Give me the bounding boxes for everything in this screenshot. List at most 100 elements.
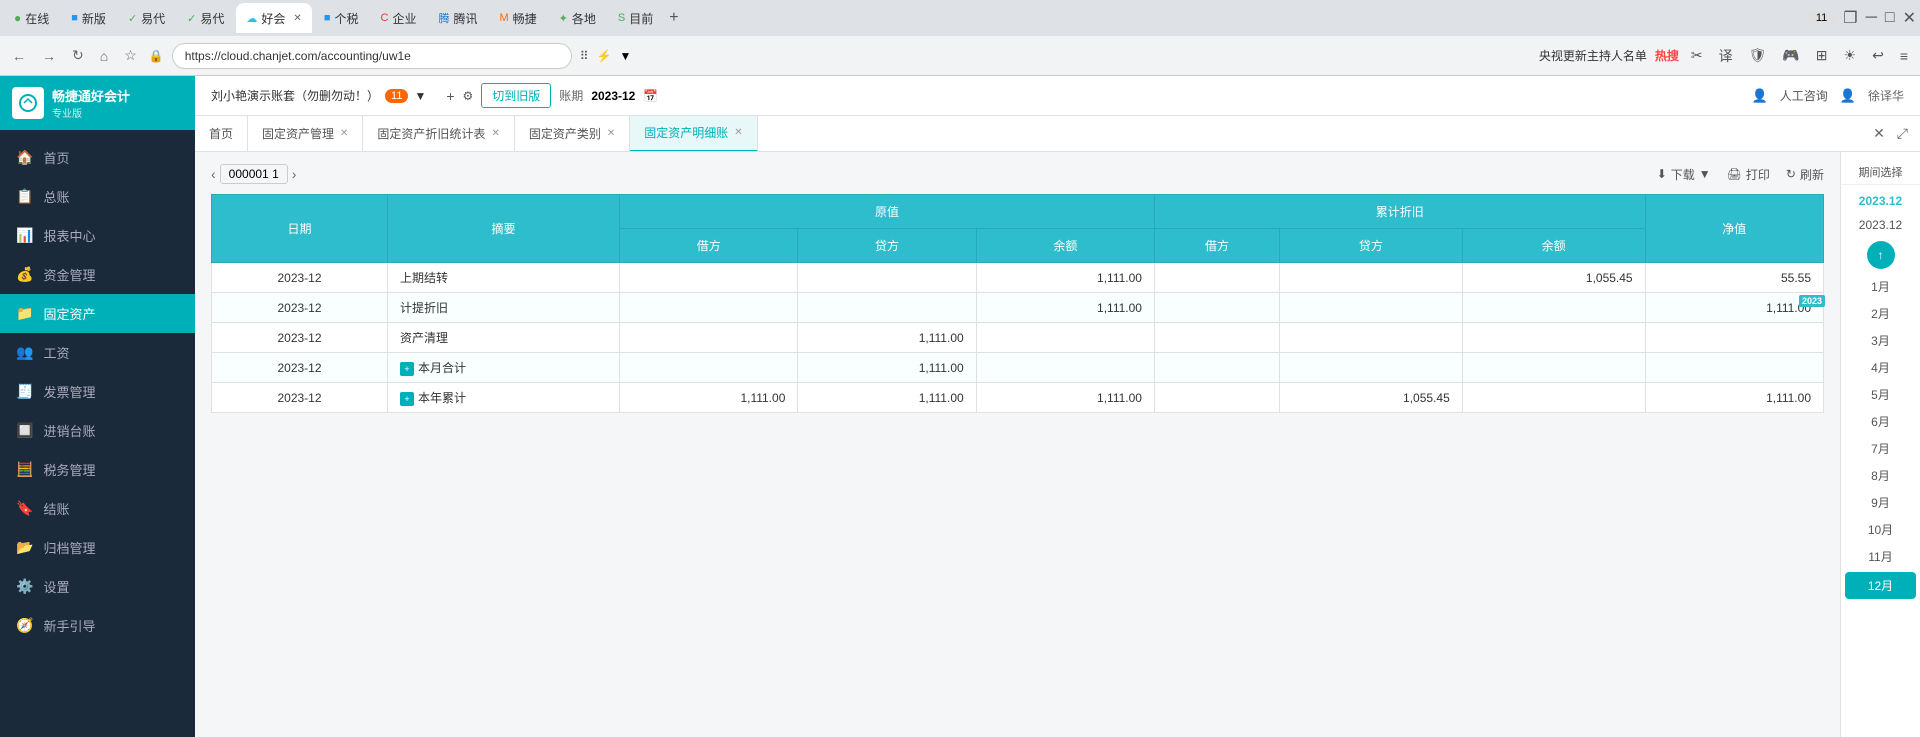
period-item-10[interactable]: 10月 [1841,516,1920,543]
address-input[interactable] [172,43,572,69]
hot-search-label[interactable]: 热搜 [1655,47,1679,64]
switch-version-button[interactable]: 切到旧版 [481,83,551,108]
period-item-9[interactable]: 9月 [1841,489,1920,516]
refresh-label: 刷新 [1800,166,1824,183]
browser-toolbar-right: 央视更新主持人名单 热搜 ✂ 译 🛡 🎮 ⊞ ☀ ↩ ≡ [1539,44,1912,68]
account-select[interactable]: 刘小艳演示账套（勿删勿动！） 11 ▼ [211,87,426,104]
print-label: 打印 [1746,166,1770,183]
period-item-2023-12-highlight[interactable]: 2023.12 [1841,189,1920,213]
period-item-1[interactable]: 1月 [1841,273,1920,300]
tab-close-icon[interactable]: ✕ [491,128,499,139]
game-icon[interactable]: 🎮 [1778,45,1803,66]
cell-orig-credit: 1,111.00 [798,323,976,353]
grid-icon[interactable]: ⊞ [1812,45,1832,66]
sidebar-item-ledger[interactable]: 📋 总账 [0,177,195,216]
sidebar-item-home[interactable]: 🏠 首页 [0,138,195,177]
consultant-icon: 👤 [1752,88,1768,104]
period-item-8[interactable]: 8月 [1841,462,1920,489]
period-item-11[interactable]: 11月 [1841,543,1920,570]
browser-tab-online[interactable]: ● 在线 [4,3,59,33]
menu-icon[interactable]: ≡ [1896,46,1912,66]
sidebar-item-asset[interactable]: 📁 固定资产 [0,294,195,333]
period-item-6[interactable]: 6月 [1841,408,1920,435]
undo-icon[interactable]: ↩ [1868,45,1888,66]
scroll-up-button[interactable]: ↑ [1867,241,1895,269]
app-container: 畅捷通好会计 专业版 🏠 首页 📋 总账 📊 报表中心 💰 资金管理 � [0,76,1920,737]
shield-icon[interactable]: 🛡 [1745,45,1771,66]
print-button[interactable]: 🖨 打印 [1727,166,1770,183]
tab-close-icon[interactable]: ✕ [607,128,615,139]
browser-tab-yidai1[interactable]: ✓ 易代 [118,3,175,33]
period-item-2[interactable]: 2月 [1841,300,1920,327]
tab-home[interactable]: 首页 [195,116,248,152]
sidebar-item-purchase[interactable]: 🔲 进销台账 [0,411,195,450]
period-item-5[interactable]: 5月 [1841,381,1920,408]
period-item-12[interactable]: 12月 [1845,572,1916,599]
maximize-icon[interactable]: □ [1885,9,1895,27]
translate-icon[interactable]: 译 [1715,44,1737,68]
expand-tab-button[interactable]: ⤢ [1893,123,1912,144]
browser-tab-geshui[interactable]: ■ 个税 [314,3,369,33]
browser-tab-qiye[interactable]: C 企业 [370,3,426,33]
sidebar-item-tax[interactable]: 🧮 税务管理 [0,450,195,489]
prev-page-button[interactable]: ‹ [211,166,216,182]
tab-close-icon[interactable]: ✕ [293,13,301,24]
close-window-icon[interactable]: ✕ [1903,8,1916,28]
cell-accum-credit [1279,293,1462,323]
tab-asset-detail[interactable]: 固定资产明细账 ✕ [630,116,757,152]
dropdown-icon[interactable]: ▼ [619,49,631,63]
sidebar-item-archive[interactable]: 📂 归档管理 [0,528,195,567]
browser-tab-new[interactable]: ■ 新版 [61,3,116,33]
new-tab-icon[interactable]: + [669,9,678,27]
tab-depreciation-stats[interactable]: 固定资产折旧统计表 ✕ [363,116,514,152]
period-item-3[interactable]: 3月 [1841,327,1920,354]
sidebar-item-guide[interactable]: 🧭 新手引导 [0,606,195,645]
browser-tab-yidai2[interactable]: ✓ 易代 [177,3,234,33]
period-item-4[interactable]: 4月 [1841,354,1920,381]
cell-summary: +本年累计 [388,383,620,413]
tab-asset-category[interactable]: 固定资产类别 ✕ [515,116,630,152]
sidebar-logo: 畅捷通好会计 专业版 [0,76,195,130]
th-accumulated-depreciation: 累计折旧 [1154,195,1645,229]
calendar-icon[interactable]: 📅 [643,89,658,103]
sun-icon[interactable]: ☀ [1840,45,1861,66]
settings-small-icon[interactable]: ⚙ [463,89,474,103]
browser-tab-muqian[interactable]: S 目前 [608,3,663,33]
browser-tab-haokuai[interactable]: ☁ 好会 ✕ [236,3,311,33]
browser-tab-tencent[interactable]: 腾 腾讯 [428,3,487,33]
consultant-label[interactable]: 人工咨询 [1780,87,1828,104]
restore-icon[interactable]: ❐ [1843,8,1857,28]
period-item-2023-12[interactable]: 2023.12 [1841,213,1920,237]
minimize-icon[interactable]: ─ [1866,9,1877,27]
period-item-7[interactable]: 7月 [1841,435,1920,462]
notification-badge: 11 [1808,11,1835,25]
sidebar-item-fund[interactable]: 💰 资金管理 [0,255,195,294]
th-original-value: 原值 [620,195,1155,229]
download-button[interactable]: ⬇ 下载 ▼ [1657,166,1711,183]
cell-orig-debit: 1,111.00 [620,383,798,413]
browser-tab-gedi[interactable]: ✦ 各地 [549,3,606,33]
browser-tab-changjie[interactable]: M 畅捷 [489,3,546,33]
bookmark-button[interactable]: ☆ [120,43,141,68]
tab-close-icon[interactable]: ✕ [734,127,742,138]
period-selector-title: 期间选择 [1841,160,1920,185]
tab-close-icon[interactable]: ✕ [340,128,348,139]
sidebar-item-invoice[interactable]: 🧾 发票管理 [0,372,195,411]
share-icon[interactable]: ⠿ [580,49,589,63]
scissors-icon[interactable]: ✂ [1687,45,1707,66]
close-tab-button[interactable]: ✕ [1869,123,1889,144]
home-button[interactable]: ⌂ [96,44,112,68]
account-badge: 11 [385,89,408,103]
forward-button[interactable]: → [38,44,60,68]
refresh-button[interactable]: ↻ [68,43,88,68]
sidebar-item-wage[interactable]: 👥 工资 [0,333,195,372]
sidebar-item-report[interactable]: 📊 报表中心 [0,216,195,255]
add-account-icon[interactable]: + [446,88,454,104]
sidebar-item-close[interactable]: 🔖 结账 [0,489,195,528]
th-orig-debit: 借方 [620,229,798,263]
back-button[interactable]: ← [8,44,30,68]
tab-asset-mgmt[interactable]: 固定资产管理 ✕ [248,116,363,152]
next-page-button[interactable]: › [292,166,297,182]
refresh-button[interactable]: ↻ 刷新 [1786,166,1824,183]
sidebar-item-settings[interactable]: ⚙️ 设置 [0,567,195,606]
